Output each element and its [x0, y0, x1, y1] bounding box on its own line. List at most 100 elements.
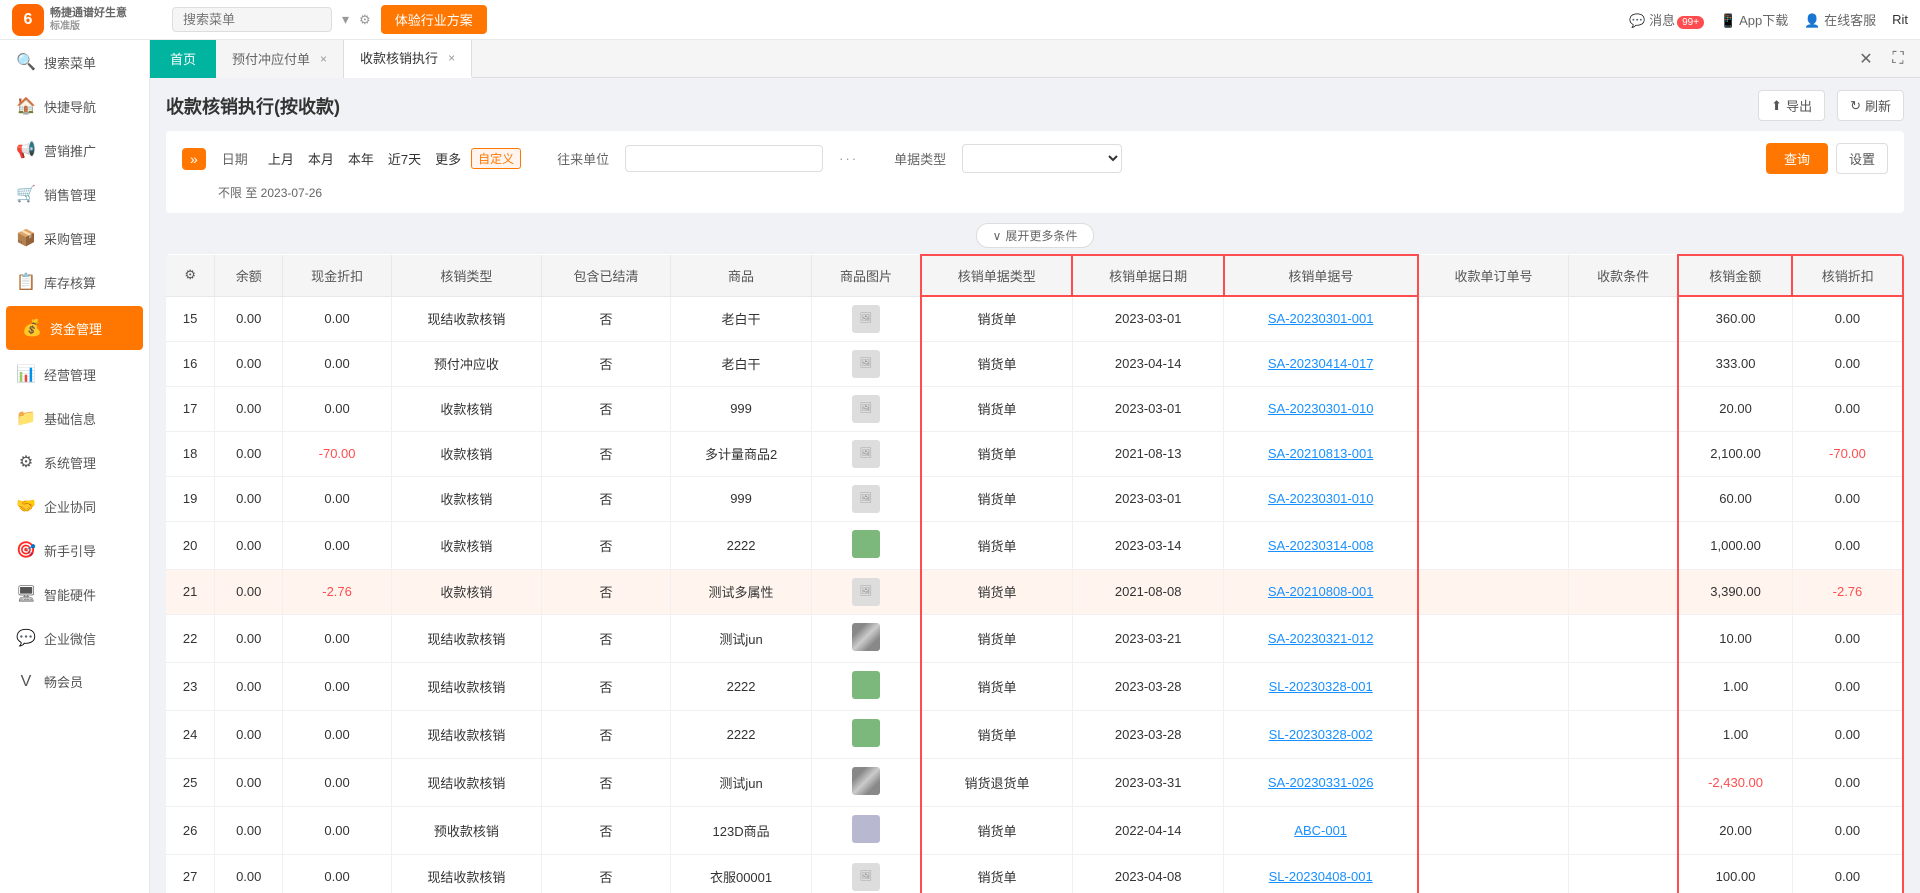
table-row: 22 0.00 0.00 现结收款核销 否 测试jun 销货单 2023-03-… [166, 614, 1903, 662]
table-row: 27 0.00 0.00 现结收款核销 否 衣服00001 🖼 销货单 2023… [166, 854, 1903, 893]
row-writeoff-no[interactable]: SA-20230314-008 [1224, 521, 1418, 569]
col-cash-discount: 现金折扣 [283, 255, 392, 296]
sidebar-icon: 🤝 [16, 496, 36, 516]
date-more[interactable]: 更多 [431, 147, 465, 170]
row-receipt-condition [1569, 710, 1679, 758]
export-btn[interactable]: ⬆ 导出 [1758, 90, 1825, 121]
col-setting[interactable]: ⚙ [166, 255, 215, 296]
filter-bar: » 日期 上月 本月 本年 近7天 更多 自定义 往来单位 ··· 单据类型 [166, 131, 1904, 213]
row-cancel-type: 收款核销 [392, 386, 542, 431]
row-writeoff-date: 2022-04-14 [1072, 806, 1223, 854]
sidebar-icon: 📢 [16, 140, 36, 160]
row-no: 21 [166, 569, 215, 614]
row-product-image [811, 614, 921, 662]
row-cash-discount: -70.00 [283, 431, 392, 476]
expand-more-btn[interactable]: ∨ 展开更多条件 [976, 223, 1095, 248]
industry-btn[interactable]: 体验行业方案 [381, 5, 487, 34]
sidebar-item-企业协同[interactable]: 🤝企业协同 [0, 484, 149, 528]
tab-writeoff[interactable]: 收款核销执行 × [344, 40, 472, 78]
row-no: 20 [166, 521, 215, 569]
date-7days[interactable]: 近7天 [384, 147, 425, 170]
refresh-icon: ↻ [1850, 98, 1861, 114]
filter-expand-btn[interactable]: » [182, 148, 206, 170]
top-bar-middle: ▾ ⚙ 体验行业方案 [172, 5, 1619, 34]
from-unit-label: 往来单位 [557, 149, 609, 168]
sidebar-label: 智能硬件 [44, 585, 96, 604]
product-thumbnail [852, 623, 880, 651]
row-include-settled: 否 [541, 854, 670, 893]
sidebar-item-企业微信[interactable]: 💬企业微信 [0, 616, 149, 660]
voucher-type-select[interactable] [962, 144, 1122, 173]
app-download-link[interactable]: 📱 App下载 [1720, 10, 1788, 29]
sidebar-item-销售管理[interactable]: 🛒销售管理 [0, 172, 149, 216]
close-window-btn[interactable]: ✕ [1852, 45, 1880, 73]
sidebar-item-资金管理[interactable]: 💰资金管理 [6, 306, 143, 350]
row-writeoff-no[interactable]: SA-20210808-001 [1224, 569, 1418, 614]
sidebar-icon: 💬 [16, 628, 36, 648]
sidebar-item-快捷导航[interactable]: 🏠快捷导航 [0, 84, 149, 128]
row-writeoff-bill-type: 销货单 [921, 806, 1072, 854]
row-writeoff-no[interactable]: SA-20230301-001 [1224, 296, 1418, 341]
message-icon[interactable]: 💬 消息99+ [1629, 10, 1704, 29]
date-custom[interactable]: 自定义 [471, 148, 521, 169]
sidebar-label: 畅会员 [44, 672, 83, 691]
top-search-input[interactable] [172, 7, 332, 32]
gear-icon[interactable]: ⚙ [359, 12, 371, 28]
date-last-month[interactable]: 上月 [264, 147, 298, 170]
row-balance: 0.00 [215, 569, 283, 614]
col-writeoff-amount: 核销金额 [1678, 255, 1792, 296]
sidebar-item-系统管理[interactable]: ⚙系统管理 [0, 440, 149, 484]
row-balance: 0.00 [215, 854, 283, 893]
sidebar-item-经营管理[interactable]: 📊经营管理 [0, 352, 149, 396]
sidebar-icon: 📋 [16, 272, 36, 292]
query-btn[interactable]: 查询 [1766, 143, 1828, 174]
sidebar-item-库存核算[interactable]: 📋库存核算 [0, 260, 149, 304]
row-writeoff-no[interactable]: ABC-001 [1224, 806, 1418, 854]
tab-bar-actions: ✕ ⛶ [1852, 45, 1920, 73]
tab-prepaid[interactable]: 预付冲应付单 × [216, 40, 344, 78]
refresh-btn[interactable]: ↻ 刷新 [1837, 90, 1904, 121]
row-writeoff-no[interactable]: SA-20210813-001 [1224, 431, 1418, 476]
setting-btn[interactable]: 设置 [1836, 143, 1888, 174]
sidebar-item-采购管理[interactable]: 📦采购管理 [0, 216, 149, 260]
row-cash-discount: 0.00 [283, 806, 392, 854]
tab1-close[interactable]: × [320, 52, 327, 66]
sidebar-item-基础信息[interactable]: 📁基础信息 [0, 396, 149, 440]
sidebar-item-搜索菜单[interactable]: 🔍搜索菜单 [0, 40, 149, 84]
row-writeoff-bill-type: 销货单 [921, 710, 1072, 758]
row-writeoff-date: 2023-04-08 [1072, 854, 1223, 893]
tab-home[interactable]: 首页 [150, 40, 216, 78]
row-writeoff-no[interactable]: SL-20230328-001 [1224, 662, 1418, 710]
dropdown-icon[interactable]: ▾ [342, 11, 349, 28]
row-writeoff-discount: 0.00 [1792, 854, 1903, 893]
sidebar-item-新手引导[interactable]: 🎯新手引导 [0, 528, 149, 572]
row-writeoff-no[interactable]: SA-20230321-012 [1224, 614, 1418, 662]
row-cancel-type: 现结收款核销 [392, 710, 542, 758]
sidebar-item-智能硬件[interactable]: 🖥智能硬件 [0, 572, 149, 616]
from-unit-input[interactable] [625, 145, 823, 172]
date-this-year[interactable]: 本年 [344, 147, 378, 170]
row-writeoff-bill-type: 销货单 [921, 662, 1072, 710]
row-writeoff-no[interactable]: SL-20230408-001 [1224, 854, 1418, 893]
sidebar-label: 快捷导航 [44, 97, 96, 116]
sidebar-item-畅会员[interactable]: V畅会员 [0, 660, 149, 703]
row-writeoff-no[interactable]: SL-20230328-002 [1224, 710, 1418, 758]
tab2-close[interactable]: × [448, 51, 455, 65]
row-include-settled: 否 [541, 758, 670, 806]
row-writeoff-no[interactable]: SA-20230301-010 [1224, 476, 1418, 521]
col-writeoff-bill-type: 核销单据类型 [921, 255, 1072, 296]
row-product: 999 [671, 386, 812, 431]
row-cancel-type: 现结收款核销 [392, 614, 542, 662]
row-writeoff-bill-type: 销货单 [921, 854, 1072, 893]
sidebar-icon: 📁 [16, 408, 36, 428]
maximize-btn[interactable]: ⛶ [1884, 45, 1912, 73]
product-thumbnail: 🖼 [852, 863, 880, 891]
sidebar-icon: ⚙ [16, 452, 36, 472]
row-writeoff-no[interactable]: SA-20230301-010 [1224, 386, 1418, 431]
online-service-link[interactable]: 👤 在线客服 [1804, 10, 1876, 29]
sidebar-item-营销推广[interactable]: 📢营销推广 [0, 128, 149, 172]
row-writeoff-amount: 1.00 [1678, 710, 1792, 758]
row-writeoff-no[interactable]: SA-20230331-026 [1224, 758, 1418, 806]
date-this-month[interactable]: 本月 [304, 147, 338, 170]
row-writeoff-no[interactable]: SA-20230414-017 [1224, 341, 1418, 386]
